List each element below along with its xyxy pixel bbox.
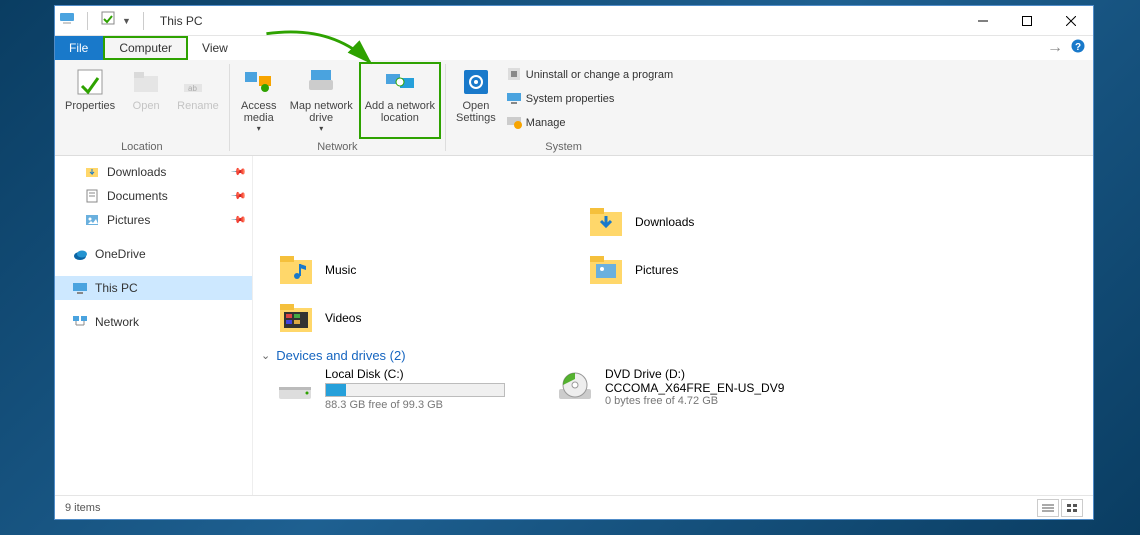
hard-disk-icon: [275, 367, 317, 409]
drive-free-text: 88.3 GB free of 99.3 GB: [325, 399, 515, 411]
minimize-button[interactable]: [961, 6, 1005, 36]
drive-capacity-bar: [325, 383, 505, 397]
explorer-window: ▼ This PC File Computer View → ? Propert…: [54, 5, 1094, 520]
ribbon-tabs: File Computer View → ?: [55, 36, 1093, 60]
pictures-icon: [83, 212, 101, 228]
open-settings-button[interactable]: Open Settings: [450, 62, 502, 139]
large-icons-view-button[interactable]: [1061, 499, 1083, 517]
chevron-down-icon: ▾: [319, 124, 323, 133]
ribbon-group-label: Location: [55, 141, 229, 155]
sidebar-item-downloads[interactable]: Downloads📌: [55, 160, 252, 184]
access-media-icon: [243, 66, 275, 98]
folder-pictures[interactable]: Pictures: [585, 246, 795, 294]
add-network-location-icon: [384, 66, 416, 98]
tab-computer[interactable]: Computer: [103, 36, 188, 60]
window-controls: [961, 6, 1093, 36]
ribbon-group-label: Network: [230, 141, 445, 155]
drive-c[interactable]: Local Disk (C:) 88.3 GB free of 99.3 GB: [275, 367, 515, 411]
chevron-down-icon: ▾: [257, 124, 261, 133]
manage-icon: [506, 114, 522, 133]
system-small-buttons: Uninstall or change a program System pro…: [502, 62, 677, 139]
ribbon-group-location: Properties Open ab Rename Location: [55, 60, 229, 155]
svg-text:ab: ab: [188, 84, 197, 93]
chevron-down-icon[interactable]: ▼: [122, 16, 131, 26]
open-button: Open: [121, 62, 171, 139]
folder-videos[interactable]: Videos: [275, 294, 485, 342]
sidebar-item-onedrive[interactable]: OneDrive: [55, 242, 252, 266]
dvd-drive-icon: [555, 367, 597, 409]
ribbon-group-system: Open Settings Uninstall or change a prog…: [446, 60, 681, 155]
maximize-button[interactable]: [1005, 6, 1049, 36]
chevron-down-icon: ⌄: [261, 349, 270, 362]
uninstall-button[interactable]: Uninstall or change a program: [506, 64, 673, 86]
separator: [87, 12, 88, 30]
videos-folder-icon: [275, 297, 317, 339]
ribbon-group-label: System: [446, 141, 681, 155]
downloads-folder-icon: [585, 201, 627, 243]
rename-button: ab Rename: [171, 62, 225, 139]
gear-icon: [460, 66, 492, 98]
content-area: Downloads📌 Documents📌 Pictures📌 OneDrive…: [55, 156, 1093, 495]
folder-music[interactable]: Music: [275, 246, 485, 294]
network-icon: [71, 314, 89, 330]
open-icon: [130, 66, 162, 98]
separator: [143, 12, 144, 30]
downloads-icon: [83, 164, 101, 180]
drive-volume-label: CCCOMA_X64FRE_EN-US_DV9: [605, 381, 795, 395]
pc-icon: [71, 280, 89, 296]
folder-downloads[interactable]: Downloads: [585, 198, 795, 246]
add-network-location-button[interactable]: Add a network location: [359, 62, 441, 139]
drive-name: Local Disk (C:): [325, 367, 515, 381]
drive-name: DVD Drive (D:): [605, 367, 795, 381]
map-network-drive-button[interactable]: Map network drive ▾: [284, 62, 359, 139]
details-view-button[interactable]: [1037, 499, 1059, 517]
titlebar: ▼ This PC: [55, 6, 1093, 36]
pin-icon: 📌: [229, 212, 246, 229]
tab-view[interactable]: View: [188, 36, 243, 60]
drive-free-text: 0 bytes free of 4.72 GB: [605, 395, 795, 407]
folders-section: Downloads Music Pictures Videos: [261, 158, 1085, 342]
uninstall-icon: [506, 66, 522, 85]
drives-section: Local Disk (C:) 88.3 GB free of 99.3 GB …: [261, 367, 1085, 411]
system-properties-icon: [506, 90, 522, 109]
manage-button[interactable]: Manage: [506, 112, 673, 134]
sidebar-item-documents[interactable]: Documents📌: [55, 184, 252, 208]
collapse-ribbon-icon[interactable]: →: [1047, 39, 1063, 57]
status-bar: 9 items: [55, 495, 1093, 519]
pictures-folder-icon: [585, 249, 627, 291]
pin-icon: 📌: [229, 188, 246, 205]
devices-section-header[interactable]: ⌄ Devices and drives (2): [261, 342, 1085, 367]
access-media-button[interactable]: Access media ▾: [234, 62, 284, 139]
properties-icon: [74, 66, 106, 98]
drive-d[interactable]: DVD Drive (D:) CCCOMA_X64FRE_EN-US_DV9 0…: [555, 367, 795, 411]
svg-text:?: ?: [1075, 42, 1081, 53]
quick-access-toolbar: ▼ This PC: [59, 10, 203, 31]
onedrive-icon: [71, 246, 89, 262]
properties-qat-icon[interactable]: [100, 10, 116, 31]
system-properties-button[interactable]: System properties: [506, 88, 673, 110]
pc-icon: [59, 10, 75, 31]
item-count: 9 items: [65, 502, 100, 514]
sidebar-item-network[interactable]: Network: [55, 310, 252, 334]
map-network-drive-icon: [305, 66, 337, 98]
ribbon-group-network: Access media ▾ Map network drive ▾ Add a…: [230, 60, 445, 155]
close-button[interactable]: [1049, 6, 1093, 36]
help-icon[interactable]: ?: [1071, 39, 1085, 58]
main-pane[interactable]: Downloads Music Pictures Videos ⌄ Device…: [253, 156, 1093, 495]
documents-icon: [83, 188, 101, 204]
properties-button[interactable]: Properties: [59, 62, 121, 139]
rename-icon: ab: [182, 66, 214, 98]
sidebar-item-pictures[interactable]: Pictures📌: [55, 208, 252, 232]
sidebar-item-this-pc[interactable]: This PC: [55, 276, 252, 300]
window-title: This PC: [160, 14, 203, 28]
music-folder-icon: [275, 249, 317, 291]
pin-icon: 📌: [229, 164, 246, 181]
ribbon: Properties Open ab Rename Location Acces…: [55, 60, 1093, 156]
navigation-pane[interactable]: Downloads📌 Documents📌 Pictures📌 OneDrive…: [55, 156, 253, 495]
tab-file[interactable]: File: [55, 36, 103, 60]
